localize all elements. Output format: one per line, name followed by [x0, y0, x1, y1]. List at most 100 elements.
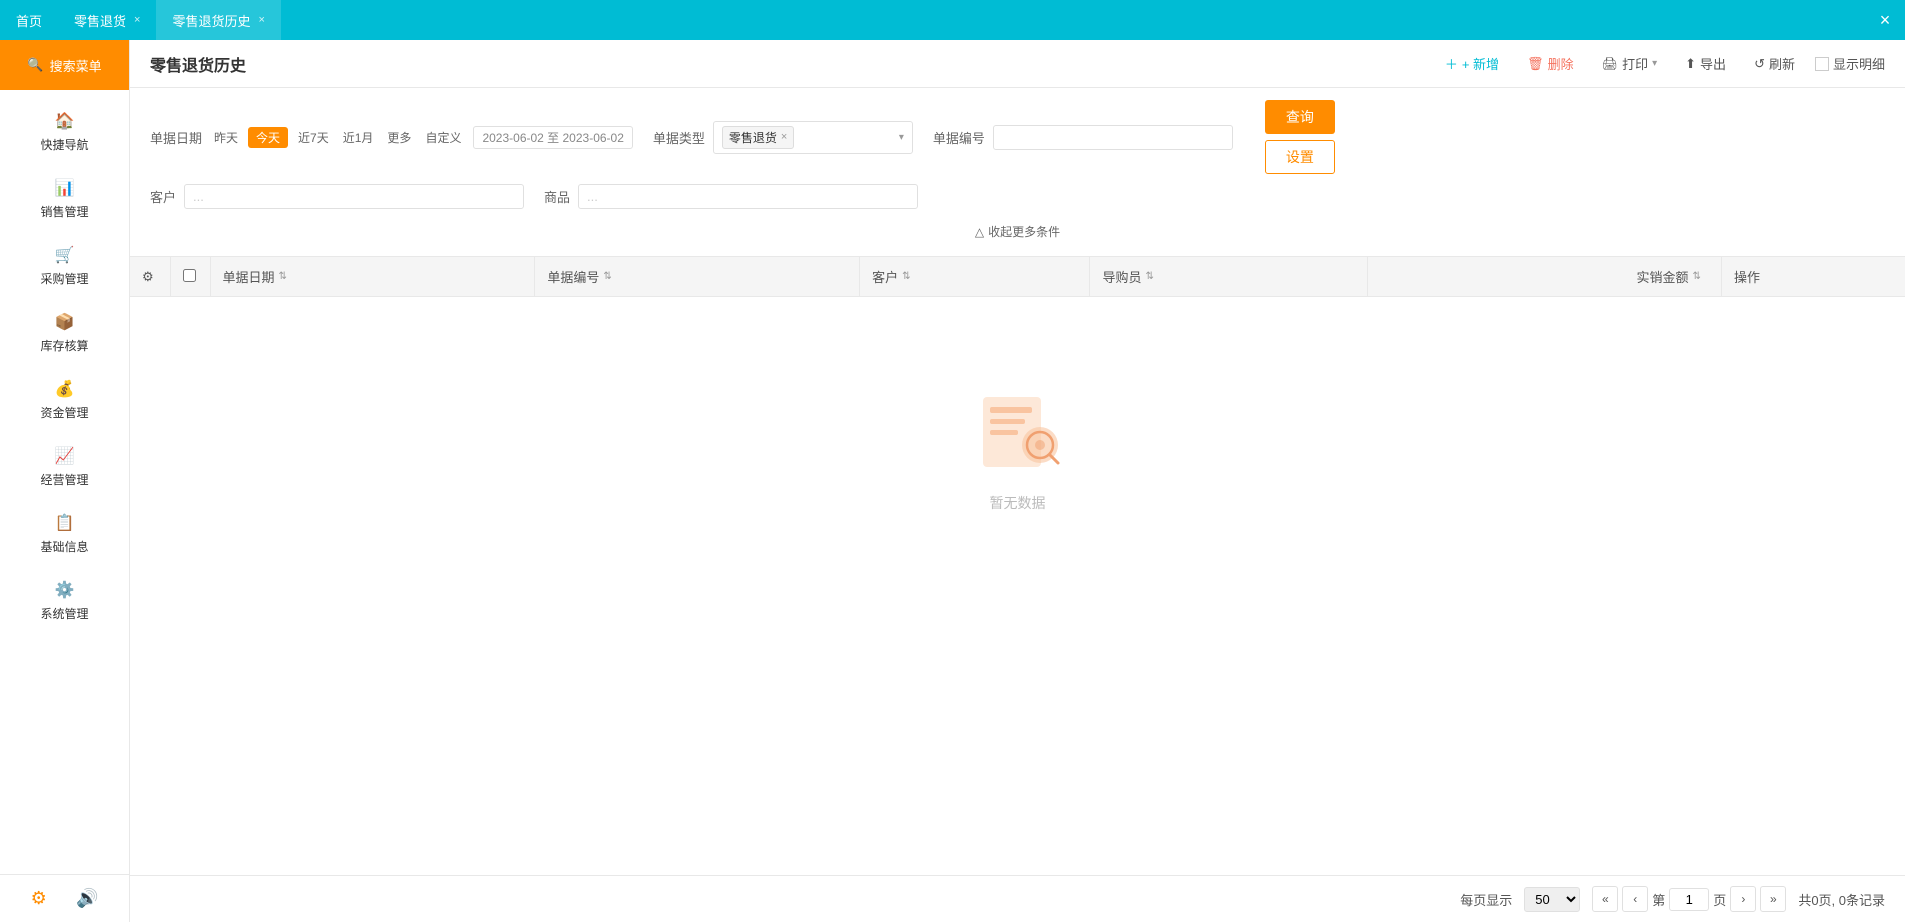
collapse-row: △ 收起更多条件 — [150, 219, 1885, 244]
refresh-button[interactable]: ↺ 刷新 — [1746, 50, 1803, 77]
first-page-button[interactable]: « — [1592, 886, 1618, 912]
date-range-display[interactable]: 2023-06-02 至 2023-06-02 — [473, 126, 632, 149]
customer-select[interactable]: ... — [184, 184, 524, 209]
tab-retail-return[interactable]: 零售退货 × — [58, 0, 156, 40]
sort-guide-icon: ⇅ — [1146, 271, 1154, 282]
print-button[interactable]: 🖨 打印 ▾ — [1594, 50, 1666, 77]
tab-retail-return-history[interactable]: 零售退货历史 × — [156, 0, 280, 40]
header-actions: ＋ + 新增 🗑 删除 🖨 打印 ▾ ⬆ 导出 ↺ — [1437, 50, 1885, 77]
set-button[interactable]: 设置 — [1265, 140, 1335, 174]
sidebar-item-sales-mgmt[interactable]: 📊 销售管理 — [0, 165, 129, 232]
next-page-icon: › — [1741, 892, 1745, 906]
date-btn-custom[interactable]: 自定义 — [421, 127, 465, 148]
empty-state-icon — [968, 377, 1068, 477]
sidebar-item-purchase-label: 采购管理 — [40, 270, 88, 287]
next-page-button[interactable]: › — [1730, 886, 1756, 912]
query-button[interactable]: 查询 — [1265, 100, 1335, 134]
th-guide[interactable]: 导购员 ⇅ — [1090, 257, 1368, 297]
th-settings[interactable]: ⚙ — [130, 257, 170, 297]
goods-filter: 商品 ... — [544, 184, 918, 209]
last-page-button[interactable]: » — [1760, 886, 1786, 912]
display-toggle[interactable]: 显示明细 — [1815, 54, 1885, 73]
sidebar-item-finance[interactable]: 💰 资金管理 — [0, 366, 129, 433]
sidebar-item-inventory[interactable]: 📦 库存核算 — [0, 299, 129, 366]
date-filter: 单据日期 昨天 今天 近7天 近1月 更多 自定义 2023-06-02 至 2… — [150, 126, 633, 149]
sidebar-item-basic-info[interactable]: 📋 基础信息 — [0, 500, 129, 567]
doc-number-input[interactable] — [993, 125, 1233, 150]
date-btn-yesterday[interactable]: 昨天 — [210, 127, 242, 148]
date-btn-1month[interactable]: 近1月 — [339, 127, 378, 148]
date-btn-today[interactable]: 今天 — [248, 127, 288, 148]
search-menu-label: 搜索菜单 — [50, 56, 102, 75]
sidebar-item-sys-mgmt-label: 系统管理 — [40, 605, 88, 622]
prev-page-button[interactable]: ‹ — [1622, 886, 1648, 912]
date-btn-more[interactable]: 更多 — [383, 127, 415, 148]
th-doc-date[interactable]: 单据日期 ⇅ — [210, 257, 535, 297]
th-customer[interactable]: 客户 ⇅ — [860, 257, 1090, 297]
search-menu-button[interactable]: 🔍 搜索菜单 — [0, 40, 129, 90]
export-button[interactable]: ⬆ 导出 — [1677, 50, 1734, 77]
print-icon: 🖨 — [1602, 56, 1619, 72]
settings-icon[interactable]: ⚙ — [31, 888, 47, 909]
inventory-icon: 📦 — [54, 311, 76, 333]
page-label: 第 — [1652, 890, 1665, 909]
th-customer-label: 客户 — [872, 267, 898, 286]
refresh-label: 刷新 — [1769, 54, 1795, 73]
print-chevron-icon: ▾ — [1652, 58, 1657, 69]
sales-icon: 📊 — [54, 177, 76, 199]
doc-type-tag-close[interactable]: × — [781, 131, 787, 143]
filter-row-1: 单据日期 昨天 今天 近7天 近1月 更多 自定义 2023-06-02 至 2… — [150, 100, 1885, 174]
tab-retail-return-history-close[interactable]: × — [258, 14, 264, 26]
sidebar-item-operations[interactable]: 📈 经营管理 — [0, 433, 129, 500]
doc-number-filter: 单据编号 — [933, 125, 1233, 150]
page-title: 零售退货历史 — [150, 52, 246, 76]
doc-type-tag-value: 零售退货 — [729, 129, 777, 146]
doc-type-chevron-icon: ▾ — [899, 132, 904, 143]
date-filter-buttons: 昨天 今天 近7天 近1月 更多 自定义 — [210, 127, 465, 148]
speaker-icon[interactable]: 🔊 — [76, 888, 98, 909]
th-doc-number[interactable]: 单据编号 ⇅ — [535, 257, 860, 297]
date-btn-7days[interactable]: 近7天 — [294, 127, 333, 148]
content-area: 零售退货历史 ＋ + 新增 🗑 删除 🖨 打印 ▾ ⬆ 导出 — [130, 40, 1905, 922]
sidebar-item-sys-mgmt[interactable]: ⚙️ 系统管理 — [0, 567, 129, 634]
finance-icon: 💰 — [54, 378, 76, 400]
sys-mgmt-icon: ⚙️ — [54, 579, 76, 601]
new-button[interactable]: ＋ + 新增 — [1437, 50, 1507, 77]
collapse-button[interactable]: △ 收起更多条件 — [963, 219, 1072, 244]
page-label2: 页 — [1713, 890, 1726, 909]
sidebar-item-quick-nav[interactable]: 🏠 快捷导航 — [0, 98, 129, 165]
empty-text: 暂无数据 — [990, 493, 1046, 513]
window-close-button[interactable]: × — [1865, 0, 1905, 40]
delete-button[interactable]: 🗑 删除 — [1519, 50, 1582, 77]
sidebar-item-purchase-mgmt[interactable]: 🛒 采购管理 — [0, 232, 129, 299]
purchase-icon: 🛒 — [54, 244, 76, 266]
doc-type-label: 单据类型 — [653, 128, 705, 147]
goods-placeholder: ... — [587, 189, 598, 204]
total-records: 共0页, 0条记录 — [1798, 890, 1885, 909]
sidebar: 🔍 搜索菜单 🏠 快捷导航 📊 销售管理 🛒 采购管理 📦 库存核算 💰 — [0, 40, 130, 922]
display-toggle-label: 显示明细 — [1833, 54, 1885, 73]
doc-type-tag: 零售退货 × — [722, 126, 794, 149]
table-settings-icon[interactable]: ⚙ — [142, 269, 154, 284]
tab-retail-return-label: 零售退货 — [74, 11, 126, 30]
first-page-icon: « — [1602, 892, 1609, 906]
th-guide-label: 导购员 — [1102, 267, 1141, 286]
empty-state: 暂无数据 — [130, 297, 1905, 593]
th-doc-date-label: 单据日期 — [223, 267, 275, 286]
tab-home[interactable]: 首页 — [0, 0, 58, 40]
delete-icon: 🗑 — [1527, 56, 1544, 72]
th-actual-amount[interactable]: 实销金额 ⇅ — [1368, 257, 1722, 297]
sort-actual-amount-icon: ⇅ — [1693, 271, 1701, 282]
main-layout: 🔍 搜索菜单 🏠 快捷导航 📊 销售管理 🛒 采购管理 📦 库存核算 💰 — [0, 40, 1905, 922]
current-page-input[interactable] — [1669, 888, 1709, 911]
select-all-checkbox[interactable] — [183, 269, 196, 282]
page-size-select[interactable]: 50 10 20 100 — [1524, 887, 1580, 912]
doc-type-select[interactable]: 零售退货 × ▾ — [713, 121, 913, 154]
th-checkbox[interactable] — [170, 257, 210, 297]
tab-retail-return-close[interactable]: × — [134, 14, 140, 26]
display-checkbox[interactable] — [1815, 57, 1829, 71]
customer-label: 客户 — [150, 187, 176, 206]
print-label: 打印 — [1622, 54, 1648, 73]
goods-select[interactable]: ... — [578, 184, 918, 209]
tab-home-label: 首页 — [16, 11, 42, 30]
